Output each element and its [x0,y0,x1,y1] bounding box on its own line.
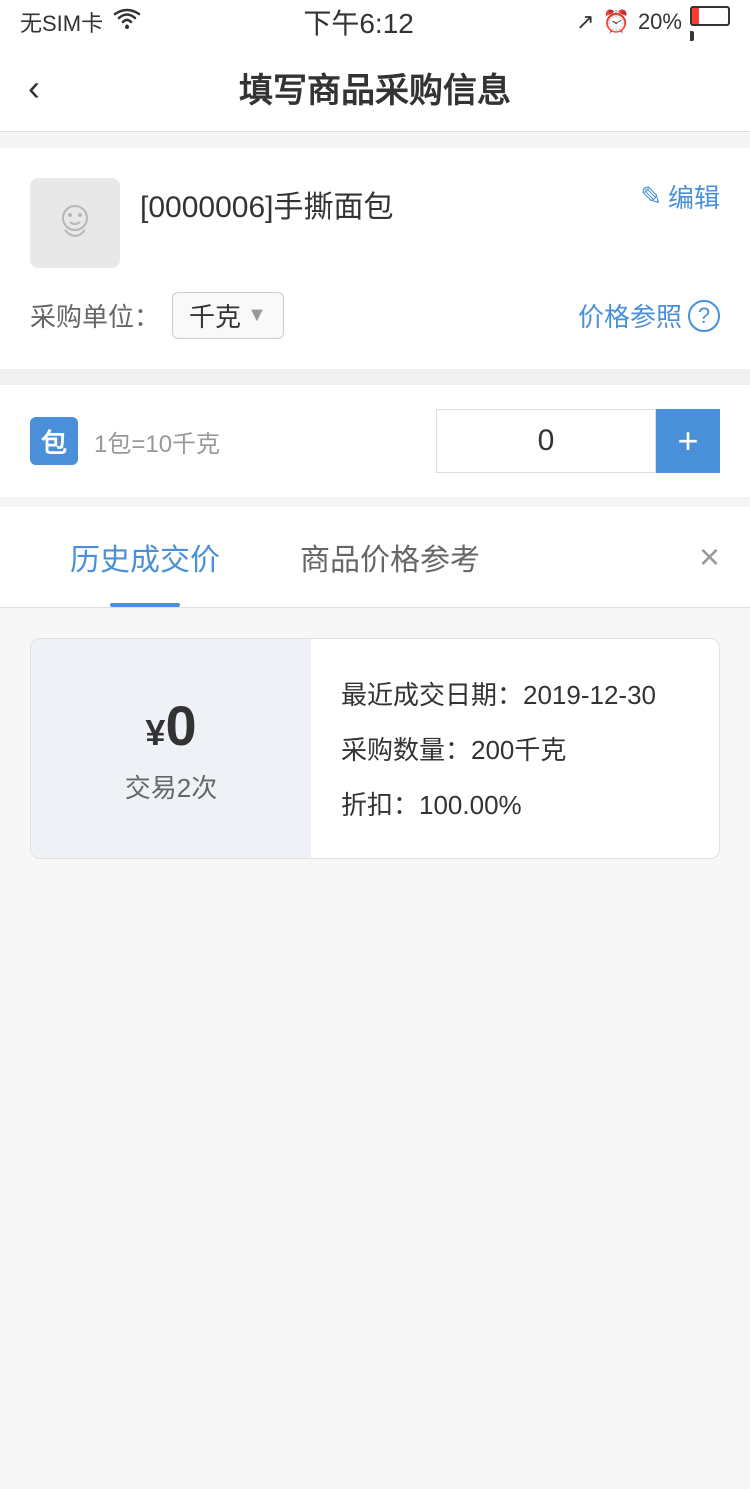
alarm-icon: ⏰ [603,9,630,35]
purchase-qty-label: 采购数量： [341,735,471,765]
status-right: ↗ ⏰ 20% [576,3,730,41]
price-amount: ¥0 [145,693,196,758]
dropdown-arrow-icon: ▼ [247,304,267,327]
status-time: 下午6:12 [303,2,414,42]
unit-left: 采购单位： 千克 ▼ [30,292,284,339]
discount-row: 折扣：100.00% [341,785,689,822]
yuan-symbol: ¥ [145,712,165,753]
edit-icon: ✎ [640,181,662,212]
plus-icon: + [677,420,698,462]
product-section: [0000006]手撕面包 ✎ 编辑 采购单位： 千克 ▼ 价格参照 ? [0,148,750,369]
status-bar: 无SIM卡 下午6:12 ↗ ⏰ 20% [0,0,750,44]
product-thumbnail [30,178,120,268]
unit-value: 千克 [189,297,241,334]
quantity-input[interactable] [436,409,656,473]
wifi-icon [113,8,141,37]
price-card-section: ¥0 交易2次 最近成交日期：2019-12-30 采购数量：200千克 折扣：… [0,608,750,889]
tab-header: 历史成交价 商品价格参考 × [0,507,750,608]
price-card-left: ¥0 交易2次 [31,639,311,858]
question-mark-icon: ? [688,300,720,332]
quantity-label: 包 1包=10千克 [30,417,220,465]
price-trades: 交易2次 [125,768,217,805]
quantity-section: 包 1包=10千克 + [0,385,750,497]
price-ref-label: 价格参照 [578,297,682,334]
price-card-right: 最近成交日期：2019-12-30 采购数量：200千克 折扣：100.00% [311,639,719,858]
nav-bar: ‹ 填写商品采购信息 [0,44,750,132]
discount-value: 100.00% [419,790,522,820]
product-left: [0000006]手撕面包 [30,178,393,268]
recent-date-row: 最近成交日期：2019-12-30 [341,675,689,712]
tab-product-price-reference[interactable]: 商品价格参考 [260,507,520,607]
edit-button[interactable]: ✎ 编辑 [640,178,720,215]
content-area [0,889,750,1489]
tab-close-button[interactable]: × [699,536,720,578]
status-left: 无SIM卡 [20,6,141,38]
signal-text: 无SIM卡 [20,6,103,38]
tab-history-price[interactable]: 历史成交价 [30,507,260,607]
section-divider [0,369,750,385]
tab-section: 历史成交价 商品价格参考 × ¥0 交易2次 最近成交日期：2019-12-30… [0,507,750,1489]
purchase-unit-label: 采购单位： [30,297,160,334]
purchase-qty-value: 200千克 [471,735,566,765]
price-reference-button[interactable]: 价格参照 ? [578,297,720,334]
unit-label-box: 包 [30,417,78,465]
location-icon: ↗ [576,9,594,35]
product-header: [0000006]手撕面包 ✎ 编辑 [30,178,720,268]
page-title: 填写商品采购信息 [239,63,511,112]
price-card: ¥0 交易2次 最近成交日期：2019-12-30 采购数量：200千克 折扣：… [30,638,720,859]
discount-label: 折扣： [341,790,419,820]
recent-date-label: 最近成交日期： [341,680,523,710]
purchase-qty-row: 采购数量：200千克 [341,730,689,767]
quantity-input-area: + [436,409,720,473]
product-name: [0000006]手撕面包 [140,178,393,226]
recent-date-value: 2019-12-30 [523,680,656,710]
back-button[interactable]: ‹ [28,67,40,109]
quantity-plus-button[interactable]: + [656,409,720,473]
battery-percent: 20% [638,9,682,35]
battery-icon [690,3,730,41]
product-unit-row: 采购单位： 千克 ▼ 价格参照 ? [30,292,720,339]
unit-dropdown[interactable]: 千克 ▼ [172,292,284,339]
unit-hint: 1包=10千克 [94,424,220,459]
